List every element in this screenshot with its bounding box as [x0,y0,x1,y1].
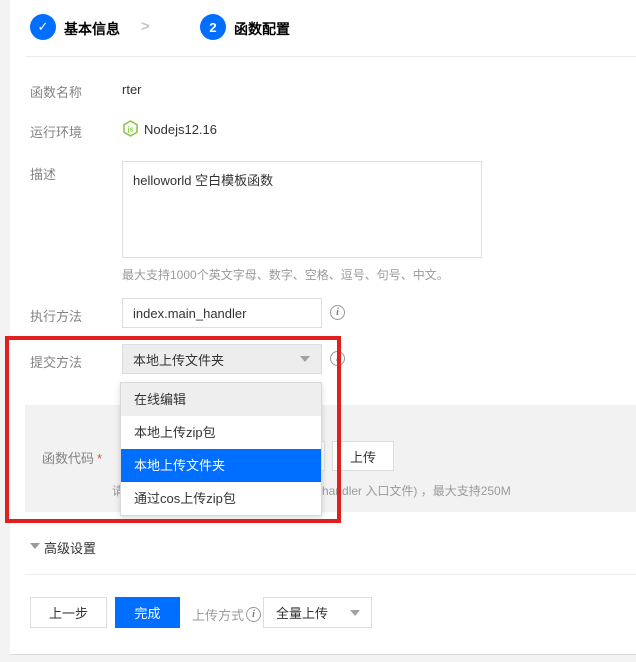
step2-label: 函数配置 [234,19,290,39]
step1-check-icon[interactable]: ✓ [30,14,56,40]
submit-method-label: 提交方法 [30,352,82,371]
upload-mode-label-group: 上传方式 i [192,605,261,624]
function-name-label: 函数名称 [30,82,82,101]
handler-label: 执行方法 [30,306,82,325]
upload-mode-value: 全量上传 [276,603,328,622]
submit-method-select[interactable]: 本地上传文件夹 [122,344,322,374]
step1-label[interactable]: 基本信息 [64,19,120,39]
dropdown-option-cos-zip[interactable]: 通过cos上传zip包 [121,482,321,515]
svg-text:js: js [127,126,134,133]
dropdown-option-online-edit[interactable]: 在线编辑 [121,383,321,416]
content-card [10,0,636,655]
upload-mode-select[interactable]: 全量上传 [263,597,372,628]
runtime-label: 运行环境 [30,122,82,141]
check-icon: ✓ [38,19,49,35]
dropdown-option-local-folder[interactable]: 本地上传文件夹 [121,449,321,482]
upload-mode-label: 上传方式 [192,605,244,624]
submit-method-value: 本地上传文件夹 [133,350,224,369]
nodejs-icon: js [122,120,139,137]
required-asterisk: * [97,451,102,466]
dropdown-option-local-zip[interactable]: 本地上传zip包 [121,416,321,449]
advanced-settings-toggle[interactable]: 高级设置 [44,538,96,557]
function-code-label: 函数代码* [42,448,102,467]
description-label: 描述 [30,164,56,183]
info-glyph: i [336,353,339,364]
upload-button[interactable]: 上传 [332,441,394,471]
info-glyph: i [336,307,339,318]
description-textarea[interactable]: helloworld 空白模板函数 [122,161,482,258]
previous-step-button[interactable]: 上一步 [30,597,107,628]
handler-input[interactable] [122,298,322,328]
step2-number-badge: 2 [200,14,226,40]
advanced-caret-icon [30,543,40,549]
step-chevron-icon: > [141,18,150,35]
handler-info-icon[interactable]: i [330,305,345,320]
function-code-label-text: 函数代码 [42,451,94,466]
header-divider [25,56,636,57]
submit-method-info-icon[interactable]: i [330,351,345,366]
caret-down-icon [350,610,360,616]
description-hint: 最大支持1000个英文字母、数字、空格、逗号、句号、中文。 [122,266,449,283]
finish-button[interactable]: 完成 [115,597,180,628]
caret-down-icon [300,356,310,362]
upload-mode-info-icon[interactable]: i [246,607,261,622]
function-code-note-right: handler 入口文件) ，最大支持250M [322,482,511,499]
info-glyph: i [252,609,255,620]
submit-method-dropdown: 在线编辑 本地上传zip包 本地上传文件夹 通过cos上传zip包 [120,382,322,516]
runtime-value: Nodejs12.16 [144,122,217,137]
step2-number: 2 [209,20,216,35]
footer-divider [25,574,636,575]
function-name-value: rter [122,82,142,97]
